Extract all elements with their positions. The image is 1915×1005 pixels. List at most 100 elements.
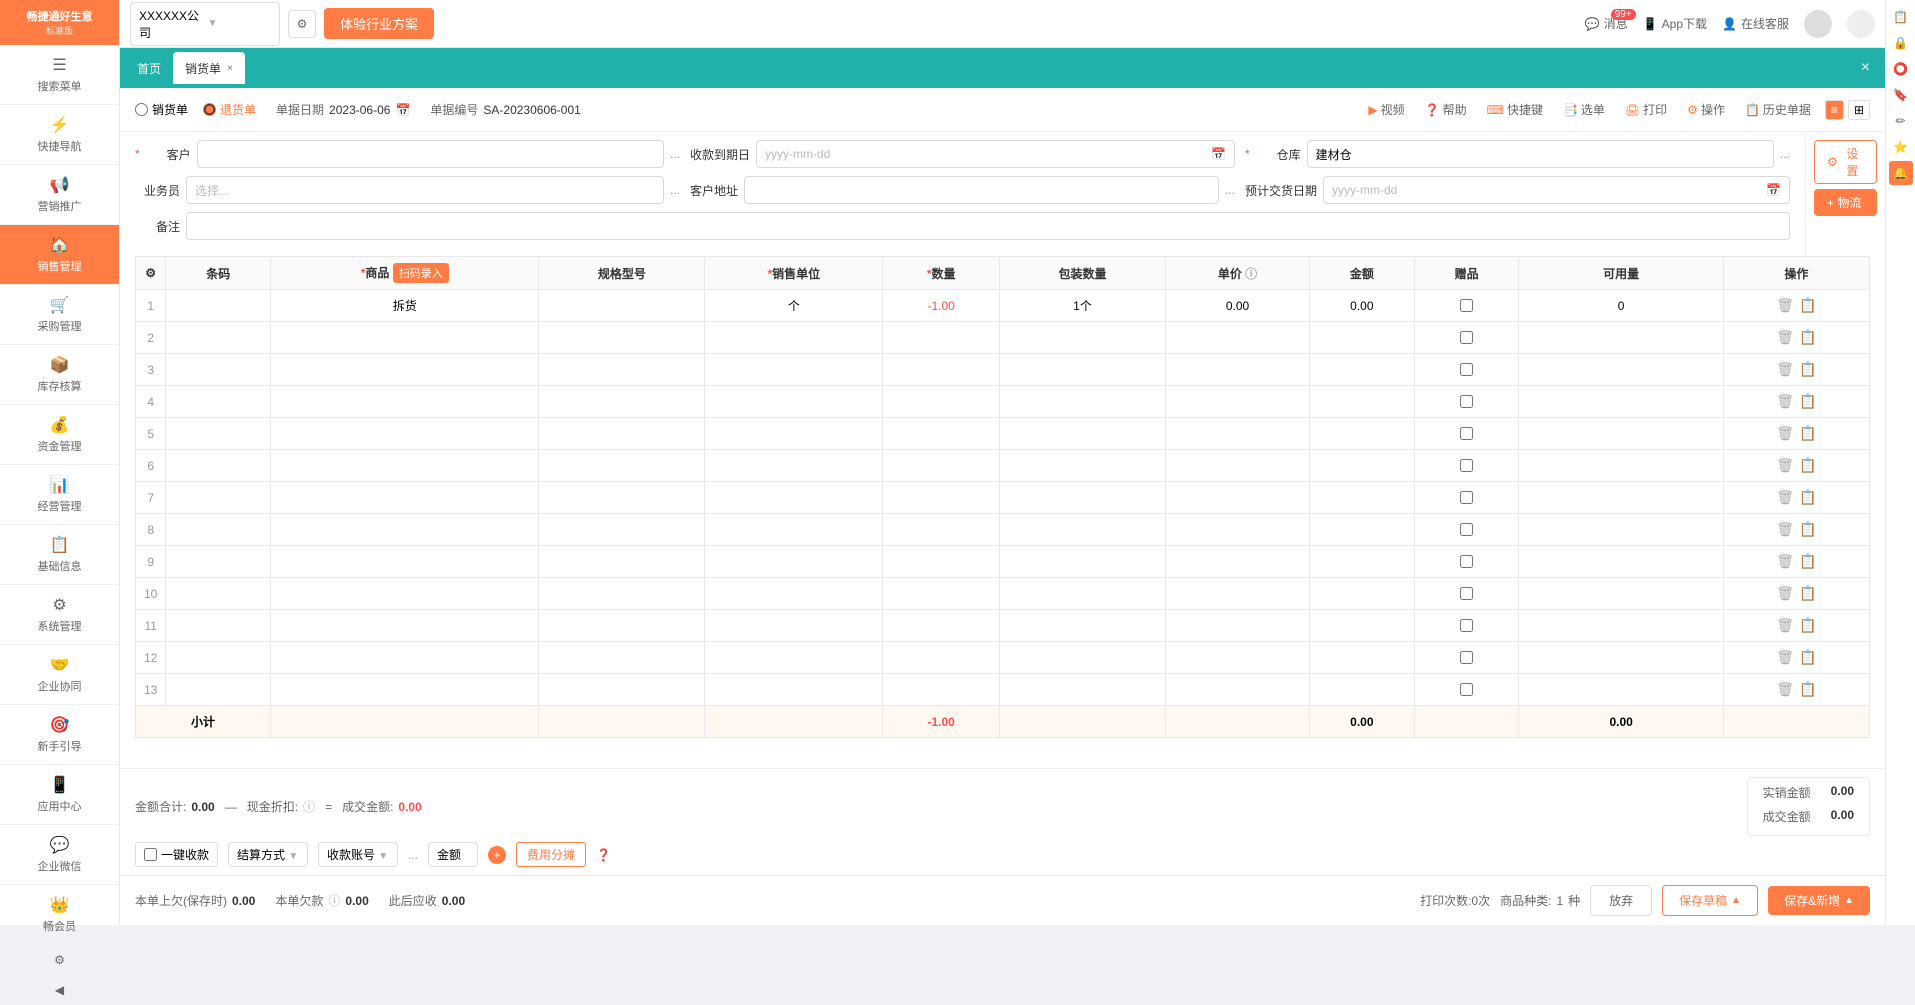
sidebar-item-basic-info[interactable]: 📋 基础信息	[0, 525, 119, 585]
expense-help-icon[interactable]: ❓	[596, 848, 611, 862]
sidebar-item-finance[interactable]: 💰 资金管理	[0, 405, 119, 465]
settings-btn[interactable]: ⚙ 设置	[1814, 140, 1877, 184]
sidebar-item-wechat[interactable]: 💬 企业微信	[0, 825, 119, 885]
sidebar-item-system[interactable]: ⚙ 系统管理	[0, 585, 119, 645]
r2c1[interactable]	[166, 322, 271, 354]
calendar-icon[interactable]: 📅	[395, 103, 410, 117]
customer-address-input[interactable]	[744, 176, 1219, 204]
row-gift-1[interactable]	[1414, 290, 1519, 322]
right-panel-item-7[interactable]: 🔔	[1889, 161, 1913, 185]
radio-sales-input[interactable]	[135, 103, 148, 116]
sidebar-item-member[interactable]: 👑 畅会员	[0, 885, 119, 945]
delete-icon-3[interactable]: 🗑	[1776, 361, 1794, 378]
user-avatar[interactable]	[1804, 10, 1832, 38]
copy-icon-12[interactable]: 📋	[1799, 649, 1816, 666]
print-btn[interactable]: 🖨 打印	[1619, 98, 1673, 121]
notes-input[interactable]	[186, 212, 1790, 240]
row-quantity-1[interactable]: -1.00	[883, 290, 1000, 322]
copy-icon-9[interactable]: 📋	[1799, 553, 1816, 570]
gift-checkbox-1[interactable]	[1460, 299, 1473, 312]
gift-checkbox-6[interactable]	[1460, 459, 1473, 472]
row-amount-1[interactable]: 0.00	[1309, 290, 1414, 322]
delete-icon-8[interactable]: 🗑	[1776, 521, 1794, 538]
warehouse-more-btn[interactable]: ...	[1780, 147, 1790, 161]
scan-btn[interactable]: 扫码录入	[393, 263, 449, 283]
customer-address-more-btn[interactable]: ...	[1225, 183, 1235, 197]
gift-checkbox-5[interactable]	[1460, 427, 1473, 440]
copy-icon-4[interactable]: 📋	[1799, 393, 1816, 410]
sidebar-item-app-center[interactable]: 📱 应用中心	[0, 765, 119, 825]
right-panel-item-4[interactable]: 🔖	[1889, 83, 1913, 107]
sidebar-bottom-settings[interactable]: ⚙	[0, 945, 119, 975]
copy-icon-3[interactable]: 📋	[1799, 361, 1816, 378]
help-btn[interactable]: ❓ 帮助	[1419, 98, 1473, 121]
right-panel-item-2[interactable]: 🔒	[1889, 31, 1913, 55]
right-panel-item-3[interactable]: ⭕	[1889, 57, 1913, 81]
salesperson-more-btn[interactable]: ...	[670, 183, 680, 197]
total-owe-info-icon[interactable]: ⓘ	[328, 892, 340, 909]
account-select[interactable]: 收款账号 ▼	[318, 842, 398, 867]
right-panel-item-5[interactable]: ✏	[1889, 109, 1913, 133]
delete-icon-7[interactable]: 🗑	[1776, 489, 1794, 506]
operate-btn[interactable]: ⚙ 操作	[1681, 98, 1731, 121]
row-pack-qty-1[interactable]: 1个	[1000, 290, 1166, 322]
copy-icon-6[interactable]: 📋	[1799, 457, 1816, 474]
abandon-button[interactable]: 放弃	[1590, 885, 1652, 916]
delete-icon-13[interactable]: 🗑	[1776, 681, 1794, 698]
gift-checkbox-8[interactable]	[1460, 523, 1473, 536]
radio-sales-order[interactable]: 销货单	[135, 101, 188, 118]
history-btn[interactable]: 📋 历史单据	[1739, 98, 1817, 121]
delete-icon-12[interactable]: 🗑	[1776, 649, 1794, 666]
copy-icon-13[interactable]: 📋	[1799, 681, 1816, 698]
discount-info-icon[interactable]: ⓘ	[303, 798, 315, 815]
th-settings[interactable]: ⚙	[136, 257, 166, 290]
r2c9[interactable]	[1414, 322, 1519, 354]
sidebar-item-inventory[interactable]: 📦 库存核算	[0, 345, 119, 405]
row-unit-price-1[interactable]: 0.00	[1166, 290, 1310, 322]
delete-icon-9[interactable]: 🗑	[1776, 553, 1794, 570]
copy-icon-5[interactable]: 📋	[1799, 425, 1816, 442]
gift-checkbox-13[interactable]	[1460, 683, 1473, 696]
copy-icon-7[interactable]: 📋	[1799, 489, 1816, 506]
tab-close-icon[interactable]: ×	[227, 63, 233, 74]
account-more-btn[interactable]: ...	[408, 848, 418, 862]
message-button[interactable]: 💬 消息 99+	[1585, 15, 1628, 32]
copy-icon-10[interactable]: 📋	[1799, 585, 1816, 602]
video-btn[interactable]: ▶ 视频	[1362, 98, 1410, 121]
company-selector[interactable]: XXXXXX公司 ▼	[130, 2, 280, 46]
gift-checkbox-4[interactable]	[1460, 395, 1473, 408]
delete-icon-6[interactable]: 🗑	[1776, 457, 1794, 474]
row-spec-1[interactable]	[539, 290, 705, 322]
gift-checkbox-2[interactable]	[1460, 331, 1473, 344]
expense-btn[interactable]: 费用分摊	[516, 842, 586, 867]
r2c4[interactable]	[705, 322, 883, 354]
online-service-button[interactable]: 👤 在线客服	[1722, 15, 1789, 32]
salesperson-input[interactable]: 选择...	[186, 176, 664, 204]
copy-icon-1[interactable]: 📋	[1799, 297, 1816, 314]
tab-home[interactable]: 首页	[125, 52, 173, 84]
r2c5[interactable]	[883, 322, 1000, 354]
sidebar-item-enterprise[interactable]: 🤝 企业协同	[0, 645, 119, 705]
delete-icon-1[interactable]: 🗑	[1776, 297, 1794, 314]
delete-icon-10[interactable]: 🗑	[1776, 585, 1794, 602]
gift-checkbox-11[interactable]	[1460, 619, 1473, 632]
gift-checkbox-3[interactable]	[1460, 363, 1473, 376]
app-download-button[interactable]: 📱 App下载	[1643, 15, 1707, 32]
right-panel-item-6[interactable]: ⭐	[1889, 135, 1913, 159]
r2c2[interactable]	[271, 322, 539, 354]
add-payment-btn[interactable]: +	[488, 846, 506, 864]
sidebar-item-sales[interactable]: 🏠 销售管理	[0, 225, 119, 285]
r2c6[interactable]	[1000, 322, 1166, 354]
experience-btn[interactable]: 体验行业方案	[324, 8, 434, 39]
right-panel-item-1[interactable]: 📋	[1889, 5, 1913, 29]
close-window-icon[interactable]: ×	[1851, 59, 1880, 77]
delete-icon-11[interactable]: 🗑	[1776, 617, 1794, 634]
settings-gear-button[interactable]: ⚙	[288, 10, 316, 38]
settle-method-select[interactable]: 结算方式 ▼	[228, 842, 308, 867]
gift-checkbox-7[interactable]	[1460, 491, 1473, 504]
sidebar-item-purchase[interactable]: 🛒 采购管理	[0, 285, 119, 345]
copy-icon-2[interactable]: 📋	[1799, 329, 1816, 346]
save-draft-button[interactable]: 保存草稿 ▲	[1662, 885, 1758, 916]
gift-checkbox-10[interactable]	[1460, 587, 1473, 600]
user-avatar-extra[interactable]	[1847, 10, 1875, 38]
